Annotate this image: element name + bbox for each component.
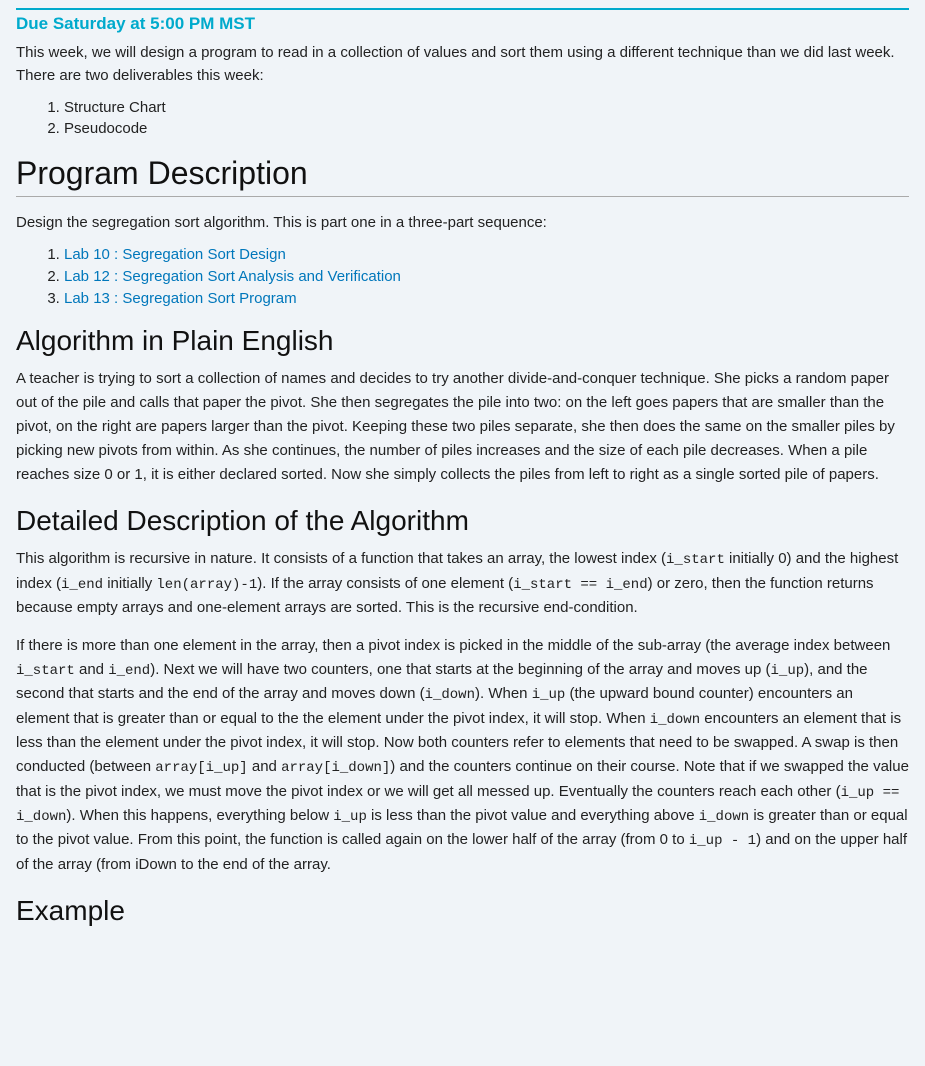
detail2-text-1: If there is more than one element in the…	[16, 637, 890, 654]
list-item: Structure Chart	[64, 99, 909, 116]
detailed-paragraph-1: This algorithm is recursive in nature. I…	[16, 547, 909, 620]
code-i-up: i_up	[771, 663, 805, 679]
detail-text-4: ). If the array consists of one element …	[257, 575, 513, 592]
algorithm-plain-text: A teacher is trying to sort a collection…	[16, 367, 909, 487]
code-i-start-eq-i-end: i_start == i_end	[513, 577, 647, 593]
algorithm-plain-heading: Algorithm in Plain English	[16, 325, 909, 357]
code-i-end-2: i_end	[108, 663, 150, 679]
code-i-down-2: i_down	[650, 712, 700, 728]
list-item: Lab 13 : Segregation Sort Program	[64, 290, 909, 307]
code-array-i-down: array[i_down]	[281, 760, 390, 776]
detail2-text-5: ). When	[475, 685, 532, 702]
code-i-up-eq: i_up ==	[841, 785, 900, 801]
code-i-up-2: i_up	[532, 687, 566, 703]
detailed-paragraph-2: If there is more than one element in the…	[16, 634, 909, 877]
detail2-text-8: and	[248, 758, 281, 775]
detail-text-3: initially	[103, 575, 156, 592]
code-i-down: i_down	[425, 687, 475, 703]
code-i-start: i_start	[666, 552, 725, 568]
list-item: Lab 10 : Segregation Sort Design	[64, 246, 909, 263]
detail2-text-11: is less than the pivot value and everyth…	[367, 807, 699, 824]
lab12-link[interactable]: Lab 12 : Segregation Sort Analysis and V…	[64, 268, 401, 285]
code-len-array: len(array)-1	[156, 577, 257, 593]
code-i-up-minus: i_up - 1	[689, 833, 756, 849]
deliverables-list: Structure Chart Pseudocode	[16, 99, 909, 137]
program-description-intro: Design the segregation sort algorithm. T…	[16, 211, 909, 234]
detail2-text-10: ). When this happens, everything below	[66, 807, 333, 824]
code-i-up-3: i_up	[333, 809, 367, 825]
code-i-down-eq: i_down	[16, 809, 66, 825]
code-i-down-3: i_down	[699, 809, 749, 825]
detail2-text-3: ). Next we will have two counters, one t…	[150, 661, 770, 678]
lab10-link[interactable]: Lab 10 : Segregation Sort Design	[64, 246, 286, 263]
detail2-text-2: and	[75, 661, 108, 678]
detailed-description-heading: Detailed Description of the Algorithm	[16, 505, 909, 537]
program-description-heading: Program Description	[16, 155, 909, 197]
list-item: Pseudocode	[64, 120, 909, 137]
lab13-link[interactable]: Lab 13 : Segregation Sort Program	[64, 290, 297, 307]
page-container: Due Saturday at 5:00 PM MST This week, w…	[0, 0, 925, 1066]
lab-links-list: Lab 10 : Segregation Sort Design Lab 12 …	[16, 246, 909, 307]
code-i-end: i_end	[61, 577, 103, 593]
due-date: Due Saturday at 5:00 PM MST	[16, 8, 909, 34]
intro-text: This week, we will design a program to r…	[16, 42, 909, 87]
list-item: Lab 12 : Segregation Sort Analysis and V…	[64, 268, 909, 285]
detail-text-1: This algorithm is recursive in nature. I…	[16, 550, 666, 567]
code-i-start-2: i_start	[16, 663, 75, 679]
code-array-i-up: array[i_up]	[155, 760, 247, 776]
example-heading: Example	[16, 895, 909, 927]
